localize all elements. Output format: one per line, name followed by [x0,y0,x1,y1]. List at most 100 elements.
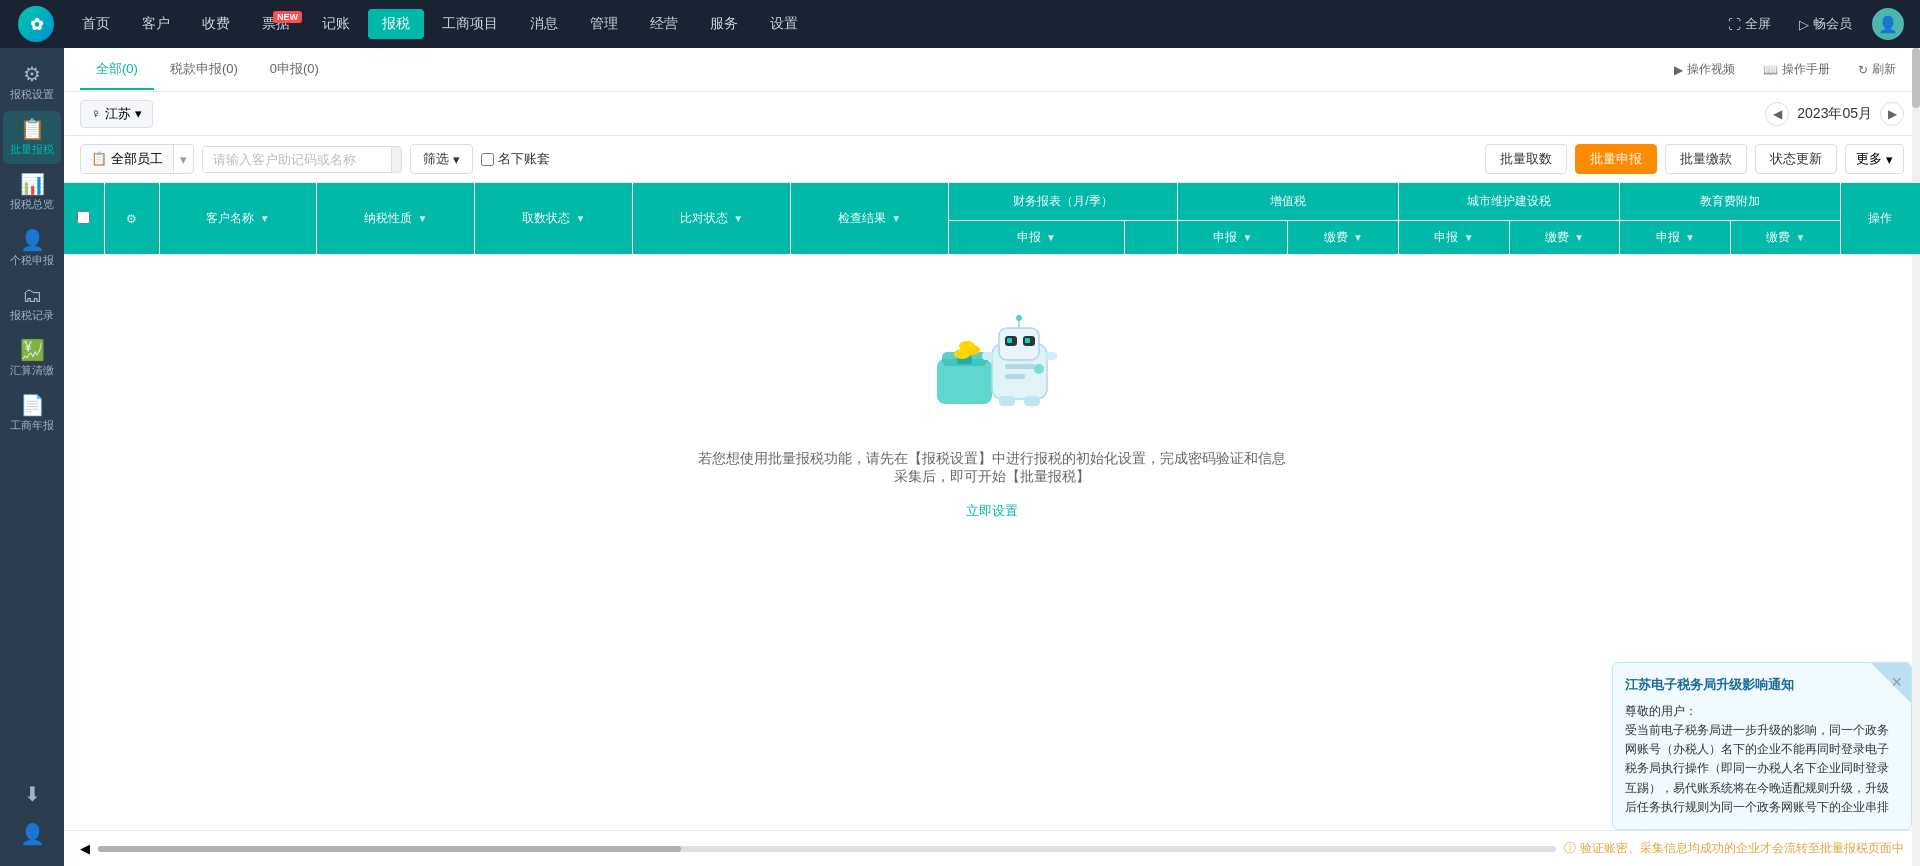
fullscreen-button[interactable]: ⛶ 全屏 [1720,11,1779,37]
nav-bookkeeping[interactable]: 记账 [308,9,364,39]
nav-service[interactable]: 服务 [696,9,752,39]
settings-icon[interactable]: ⚙ [126,212,137,226]
notification-greeting: 尊敬的用户： [1625,702,1899,721]
edu-declare-filter[interactable]: ▼ [1685,232,1695,243]
sidebar-item-annual-report[interactable]: 📄 工商年报 [3,387,61,440]
toolbar: 📋 全部员工 ▾ 🔍 筛选 ▾ 名下账套 批量取数 批量申报 批量缴款 状态更新… [64,136,1920,183]
prev-month-button[interactable]: ◀ [1765,102,1789,126]
city-construction-header: 城市维护建设税 [1399,183,1620,221]
right-scrollbar[interactable] [1912,48,1920,866]
empty-state-row: 若您想使用批量报税功能，请先在【报税设置】中进行报税的初始化设置，完成密码验证和… [64,254,1920,580]
sidebar-item-tax-record[interactable]: 🗂 报税记录 [3,277,61,330]
member-label: 畅会员 [1813,15,1852,33]
check-filter-icon[interactable]: ▼ [891,213,901,224]
province-selector[interactable]: ♀ 江苏 ▾ [80,100,153,128]
avatar[interactable]: 👤 [1872,8,1904,40]
fin-declare-filter[interactable]: ▼ [1046,232,1056,243]
search-input[interactable] [203,147,391,172]
member-button[interactable]: ▷ 畅会员 [1791,11,1860,37]
staff-selector-label: 📋 全部员工 [81,145,174,173]
province-nav: ♀ 江苏 ▾ ◀ 2023年05月 ▶ [64,92,1920,136]
settings-header: ⚙ [104,183,159,254]
account-set-check[interactable] [481,153,494,166]
download-icon: ⬇ [24,784,41,804]
vat-declare-filter[interactable]: ▼ [1242,232,1252,243]
financial-fee-header [1124,221,1177,255]
nav-business[interactable]: 工商项目 [428,9,512,39]
vat-fee-filter[interactable]: ▼ [1353,232,1363,243]
nav-message[interactable]: 消息 [516,9,572,39]
sidebar-item-tax-overview[interactable]: 📊 报税总览 [3,166,61,219]
account-set-checkbox[interactable]: 名下账套 [481,150,550,168]
nav-invoice[interactable]: 票据 NEW [248,9,304,39]
next-month-button[interactable]: ▶ [1880,102,1904,126]
setup-link[interactable]: 立即设置 [966,502,1018,520]
sidebar-download-button[interactable]: ⬇ [3,776,61,812]
batch-declare-button[interactable]: 批量申报 [1575,144,1657,174]
chevron-down-icon: ▾ [135,106,142,121]
status-update-button[interactable]: 状态更新 [1755,144,1837,174]
manual-icon: 📖 [1763,63,1778,77]
fullscreen-label: 全屏 [1745,15,1771,33]
vat-fee-header: 缴费 ▼ [1288,221,1399,255]
filter-button[interactable]: 筛选 ▾ [410,144,473,174]
batch-pay-button[interactable]: 批量缴款 [1665,144,1747,174]
tax-type-header: 纳税性质 ▼ [317,183,475,254]
nav-operation[interactable]: 经营 [636,9,692,39]
nav-home[interactable]: 首页 [68,9,124,39]
nav-management[interactable]: 管理 [576,9,632,39]
financial-declare-header: 申报 ▼ [948,221,1124,255]
nav-tax[interactable]: 报税 [368,9,424,39]
tab-tax-declare[interactable]: 税款申报(0) [154,50,254,90]
tax-type-filter-icon[interactable]: ▼ [418,213,428,224]
refresh-button[interactable]: ↻ 刷新 [1850,57,1904,82]
nav-fee[interactable]: 收费 [188,9,244,39]
person-icon: ♀ [91,106,101,121]
personal-tax-label: 个税申报 [10,254,54,267]
horizontal-scrollbar-track[interactable] [98,846,1556,852]
compare-filter-icon[interactable]: ▼ [733,213,743,224]
sidebar-user-button[interactable]: 👤 [3,816,61,852]
select-all-checkbox[interactable] [77,211,90,224]
batch-fetch-button[interactable]: 批量取数 [1485,144,1567,174]
svg-rect-11 [1025,338,1030,343]
search-box: 🔍 [202,146,402,173]
sidebar-item-annual-settlement[interactable]: 💹 汇算清缴 [3,332,61,385]
staff-selector[interactable]: 📋 全部员工 ▾ [80,144,194,174]
edu-fee-header: 缴费 ▼ [1731,221,1841,255]
tax-settings-label: 报税设置 [10,88,54,101]
more-button[interactable]: 更多 ▾ [1845,144,1904,174]
toolbar-right-buttons: 批量取数 批量申报 批量缴款 状态更新 更多 ▾ [1485,144,1904,174]
tab-all[interactable]: 全部(0) [80,50,154,90]
sidebar-item-batch-tax[interactable]: 📋 批量报税 [3,111,61,164]
warning-icon: ⓘ [1564,840,1576,857]
batch-tax-icon: 📋 [20,119,45,139]
fetch-filter-icon[interactable]: ▼ [575,213,585,224]
search-button[interactable]: 🔍 [391,147,402,172]
operation-video-button[interactable]: ▶ 操作视频 [1666,57,1743,82]
app-logo[interactable]: ✿ [16,4,56,44]
vat-header: 增值税 [1177,183,1398,221]
svg-rect-15 [1045,352,1057,360]
city-declare-filter[interactable]: ▼ [1464,232,1474,243]
sidebar-item-tax-settings[interactable]: ⚙ 报税设置 [3,56,61,109]
table-header-row-1: ⚙ 客户名称 ▼ 纳税性质 ▼ 取数状态 ▼ 比对状态 ▼ [64,183,1920,221]
svg-rect-10 [1007,338,1012,343]
right-scrollbar-thumb[interactable] [1912,48,1920,108]
horizontal-scrollbar-thumb[interactable] [98,846,681,852]
annual-settlement-label: 汇算清缴 [10,364,54,377]
video-icon: ▶ [1674,63,1683,77]
tabs-right-buttons: ▶ 操作视频 📖 操作手册 ↻ 刷新 [1666,57,1904,82]
edu-fee-filter[interactable]: ▼ [1795,232,1805,243]
nav-settings[interactable]: 设置 [756,9,812,39]
tax-overview-icon: 📊 [20,174,45,194]
sidebar-item-personal-tax[interactable]: 👤 个税申报 [3,222,61,275]
notification-close-button[interactable]: ✕ [1891,671,1903,693]
operation-manual-button[interactable]: 📖 操作手册 [1755,57,1838,82]
more-chevron-icon: ▾ [1886,152,1893,167]
city-fee-filter[interactable]: ▼ [1574,232,1584,243]
customer-filter-icon[interactable]: ▼ [260,213,270,224]
tab-zero-declare[interactable]: 0申报(0) [254,50,335,90]
nav-customer[interactable]: 客户 [128,9,184,39]
staff-selector-arrow[interactable]: ▾ [174,147,193,172]
